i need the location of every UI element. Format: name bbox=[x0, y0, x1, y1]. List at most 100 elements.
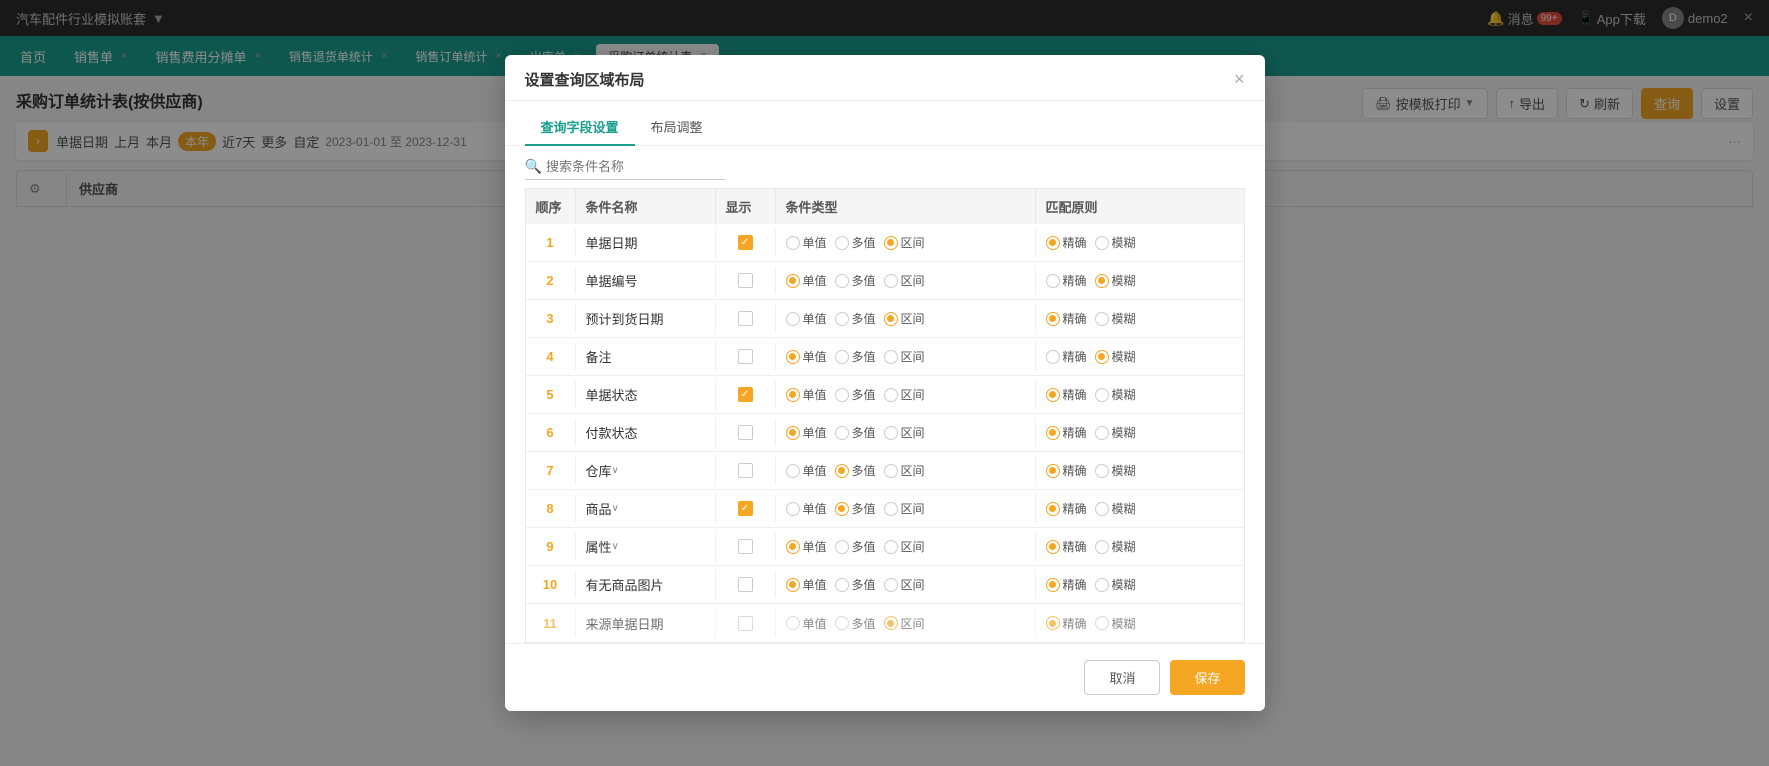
type-radio-range-4[interactable]: 区间 bbox=[884, 348, 925, 365]
type-radio-range-2[interactable]: 区间 bbox=[884, 272, 925, 289]
type-radio-single-1[interactable]: 单值 bbox=[786, 234, 827, 251]
type-radio-single-11[interactable]: 单值 bbox=[786, 615, 827, 632]
type-radio-single-7[interactable]: 单值 bbox=[786, 462, 827, 479]
cell-match-4: 精确 模糊 bbox=[1036, 342, 1236, 371]
match-radio-exact-5[interactable]: 精确 bbox=[1046, 386, 1087, 403]
checkbox-6[interactable] bbox=[738, 425, 753, 440]
cell-check-5[interactable] bbox=[716, 381, 776, 408]
type-radio-range-7[interactable]: 区间 bbox=[884, 462, 925, 479]
radio-circle bbox=[884, 502, 898, 516]
cell-check-8[interactable] bbox=[716, 495, 776, 522]
match-radio-fuzzy-7[interactable]: 模糊 bbox=[1095, 462, 1136, 479]
type-radio-single-8[interactable]: 单值 bbox=[786, 500, 827, 517]
type-radio-multi-5[interactable]: 多值 bbox=[835, 386, 876, 403]
cell-check-10[interactable] bbox=[716, 571, 776, 598]
type-radio-multi-9[interactable]: 多值 bbox=[835, 538, 876, 555]
type-radio-multi-10[interactable]: 多值 bbox=[835, 576, 876, 593]
cell-check-9[interactable] bbox=[716, 533, 776, 560]
type-radio-range-1[interactable]: 区间 bbox=[884, 234, 925, 251]
checkbox-4[interactable] bbox=[738, 349, 753, 364]
match-radio-exact-3[interactable]: 精确 bbox=[1046, 310, 1087, 327]
checkbox-11[interactable] bbox=[738, 616, 753, 631]
match-radio-exact-2[interactable]: 精确 bbox=[1046, 272, 1087, 289]
type-radio-range-10[interactable]: 区间 bbox=[884, 576, 925, 593]
checkbox-3[interactable] bbox=[738, 311, 753, 326]
checkbox-10[interactable] bbox=[738, 577, 753, 592]
checkbox-2[interactable] bbox=[738, 273, 753, 288]
dialog-tabs: 查询字段设置 布局调整 bbox=[505, 101, 1265, 146]
table-row: 11 来源单据日期 单值 多值 bbox=[526, 604, 1244, 642]
checkbox-7[interactable] bbox=[738, 463, 753, 478]
match-radio-fuzzy-2[interactable]: 模糊 bbox=[1095, 272, 1136, 289]
radio-circle bbox=[1095, 312, 1109, 326]
type-radio-multi-11[interactable]: 多值 bbox=[835, 615, 876, 632]
cell-order-2: 2 bbox=[526, 267, 576, 294]
match-radio-fuzzy-4[interactable]: 模糊 bbox=[1095, 348, 1136, 365]
table-body: 1 单据日期 单值 多值 bbox=[525, 224, 1245, 643]
cell-check-6[interactable] bbox=[716, 419, 776, 446]
dialog-close-btn[interactable]: × bbox=[1234, 69, 1245, 90]
match-radio-exact-9[interactable]: 精确 bbox=[1046, 538, 1087, 555]
type-radio-multi-4[interactable]: 多值 bbox=[835, 348, 876, 365]
type-radio-multi-3[interactable]: 多值 bbox=[835, 310, 876, 327]
match-radio-exact-1[interactable]: 精确 bbox=[1046, 234, 1087, 251]
save-btn[interactable]: 保存 bbox=[1170, 660, 1244, 695]
radio-circle bbox=[884, 388, 898, 402]
radio-circle bbox=[884, 540, 898, 554]
match-radio-fuzzy-5[interactable]: 模糊 bbox=[1095, 386, 1136, 403]
match-radio-fuzzy-6[interactable]: 模糊 bbox=[1095, 424, 1136, 441]
type-radio-multi-7[interactable]: 多值 bbox=[835, 462, 876, 479]
type-radio-multi-2[interactable]: 多值 bbox=[835, 272, 876, 289]
type-radio-single-4[interactable]: 单值 bbox=[786, 348, 827, 365]
cell-order-1: 1 bbox=[526, 229, 576, 256]
match-radio-group-8: 精确 模糊 bbox=[1046, 500, 1136, 517]
cell-check-7[interactable] bbox=[716, 457, 776, 484]
match-radio-exact-11[interactable]: 精确 bbox=[1046, 615, 1087, 632]
type-radio-range-9[interactable]: 区间 bbox=[884, 538, 925, 555]
match-radio-exact-7[interactable]: 精确 bbox=[1046, 462, 1087, 479]
checkbox-1[interactable] bbox=[738, 235, 753, 250]
match-radio-fuzzy-3[interactable]: 模糊 bbox=[1095, 310, 1136, 327]
type-radio-single-9[interactable]: 单值 bbox=[786, 538, 827, 555]
match-radio-fuzzy-10[interactable]: 模糊 bbox=[1095, 576, 1136, 593]
type-radio-multi-8[interactable]: 多值 bbox=[835, 500, 876, 517]
cell-check-3[interactable] bbox=[716, 305, 776, 332]
checkbox-9[interactable] bbox=[738, 539, 753, 554]
type-radio-range-3[interactable]: 区间 bbox=[884, 310, 925, 327]
cell-check-11[interactable] bbox=[716, 610, 776, 637]
cell-check-4[interactable] bbox=[716, 343, 776, 370]
match-radio-exact-10[interactable]: 精确 bbox=[1046, 576, 1087, 593]
type-radio-range-6[interactable]: 区间 bbox=[884, 424, 925, 441]
match-radio-group-1: 精确 模糊 bbox=[1046, 234, 1136, 251]
type-radio-single-6[interactable]: 单值 bbox=[786, 424, 827, 441]
match-radio-fuzzy-1[interactable]: 模糊 bbox=[1095, 234, 1136, 251]
match-radio-fuzzy-11[interactable]: 模糊 bbox=[1095, 615, 1136, 632]
radio-circle-checked bbox=[884, 236, 898, 250]
tab-field-settings[interactable]: 查询字段设置 bbox=[525, 111, 635, 146]
type-radio-range-11[interactable]: 区间 bbox=[884, 615, 925, 632]
type-radio-single-3[interactable]: 单值 bbox=[786, 310, 827, 327]
type-radio-single-2[interactable]: 单值 bbox=[786, 272, 827, 289]
type-radio-multi-6[interactable]: 多值 bbox=[835, 424, 876, 441]
cell-check-1[interactable] bbox=[716, 229, 776, 256]
cancel-btn[interactable]: 取消 bbox=[1084, 660, 1160, 695]
checkbox-5[interactable] bbox=[738, 387, 753, 402]
type-radio-range-5[interactable]: 区间 bbox=[884, 386, 925, 403]
match-radio-fuzzy-9[interactable]: 模糊 bbox=[1095, 538, 1136, 555]
tab-layout-adjust[interactable]: 布局调整 bbox=[635, 111, 719, 146]
match-radio-fuzzy-8[interactable]: 模糊 bbox=[1095, 500, 1136, 517]
dialog-footer: 取消 保存 bbox=[505, 643, 1265, 711]
type-radio-single-5[interactable]: 单值 bbox=[786, 386, 827, 403]
type-radio-single-10[interactable]: 单值 bbox=[786, 576, 827, 593]
search-input[interactable] bbox=[546, 159, 716, 174]
match-radio-group-5: 精确 模糊 bbox=[1046, 386, 1136, 403]
cell-check-2[interactable] bbox=[716, 267, 776, 294]
type-radio-range-8[interactable]: 区间 bbox=[884, 500, 925, 517]
match-radio-exact-8[interactable]: 精确 bbox=[1046, 500, 1087, 517]
checkbox-8[interactable] bbox=[738, 501, 753, 516]
table-row: 1 单据日期 单值 多值 bbox=[526, 224, 1244, 262]
cell-type-2: 单值 多值 区间 bbox=[776, 266, 1036, 295]
match-radio-exact-4[interactable]: 精确 bbox=[1046, 348, 1087, 365]
type-radio-multi-1[interactable]: 多值 bbox=[835, 234, 876, 251]
match-radio-exact-6[interactable]: 精确 bbox=[1046, 424, 1087, 441]
